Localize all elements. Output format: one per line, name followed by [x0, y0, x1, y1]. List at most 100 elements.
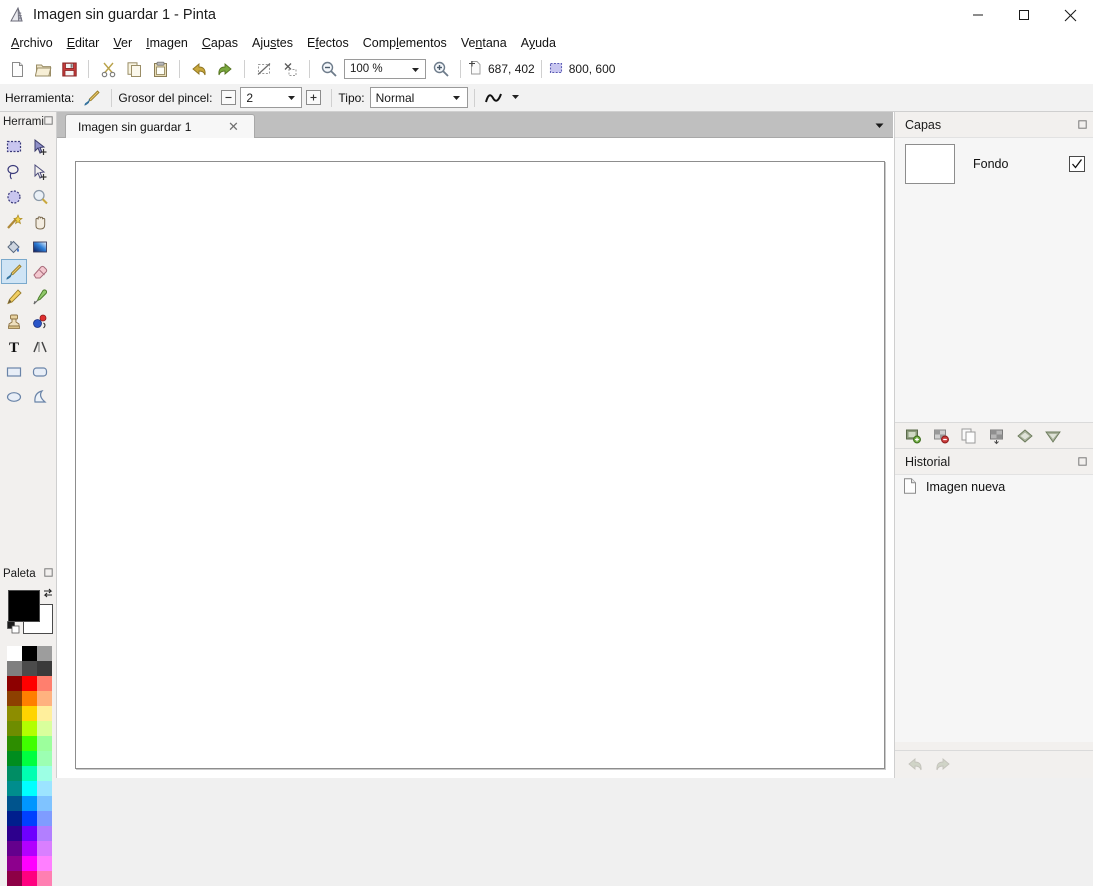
palette-swatch-13[interactable] — [22, 706, 37, 721]
minimize-button[interactable] — [955, 0, 1001, 30]
tool-paintbrush[interactable] — [1, 259, 27, 284]
menu-imagen[interactable]: Imagen — [139, 34, 195, 52]
history-item[interactable]: Imagen nueva — [895, 475, 1093, 499]
layer-row[interactable]: Fondo — [895, 138, 1093, 190]
palette-swatch-42[interactable] — [7, 856, 22, 871]
tool-rounded-rectangle[interactable] — [27, 359, 53, 384]
close-button[interactable] — [1047, 0, 1093, 30]
menu-ver[interactable]: Ver — [106, 34, 139, 52]
tool-move-selected[interactable] — [27, 134, 53, 159]
palette-swatch-41[interactable] — [37, 841, 52, 856]
menu-ajustes[interactable]: Ajustes — [245, 34, 300, 52]
palette-swatch-2[interactable] — [37, 646, 52, 661]
palette-swatch-8[interactable] — [37, 676, 52, 691]
palette-swatch-43[interactable] — [22, 856, 37, 871]
palette-swatch-5[interactable] — [37, 661, 52, 676]
tool-color-picker[interactable] — [27, 284, 53, 309]
palette-swatch-29[interactable] — [37, 781, 52, 796]
panel-pin-icon[interactable] — [1078, 455, 1087, 469]
current-tool-button[interactable] — [79, 86, 105, 110]
tool-ellipse-shape[interactable] — [1, 384, 27, 409]
deselect-all-button[interactable] — [251, 57, 277, 81]
menu-efectos[interactable]: Efectos — [300, 34, 356, 52]
palette-swatch-34[interactable] — [22, 811, 37, 826]
tool-rectangle-select[interactable] — [1, 134, 27, 159]
tool-line-curve[interactable] — [27, 334, 53, 359]
reset-colors-icon[interactable] — [7, 621, 20, 634]
move-layer-down-button[interactable] — [1039, 424, 1067, 448]
maximize-button[interactable] — [1001, 0, 1047, 30]
palette-swatch-22[interactable] — [22, 751, 37, 766]
tool-gradient[interactable] — [27, 234, 53, 259]
menu-complementos[interactable]: Complementos — [356, 34, 454, 52]
history-redo-button[interactable] — [929, 753, 957, 777]
cut-button[interactable] — [95, 57, 121, 81]
tool-magic-wand[interactable] — [1, 209, 27, 234]
palette-swatch-26[interactable] — [37, 766, 52, 781]
tool-zoom[interactable] — [27, 184, 53, 209]
palette-swatch-35[interactable] — [37, 811, 52, 826]
palette-swatch-33[interactable] — [7, 811, 22, 826]
tool-move-selection[interactable] — [27, 159, 53, 184]
tool-lasso-select[interactable] — [1, 159, 27, 184]
tool-clone-stamp[interactable] — [1, 309, 27, 334]
tool-pencil[interactable] — [1, 284, 27, 309]
palette-swatch-7[interactable] — [22, 676, 37, 691]
redo-button[interactable] — [212, 57, 238, 81]
duplicate-layer-button[interactable] — [955, 424, 983, 448]
menu-archivo[interactable]: Archivo — [4, 34, 60, 52]
open-image-button[interactable] — [30, 57, 56, 81]
palette-swatch-12[interactable] — [7, 706, 22, 721]
save-image-button[interactable] — [56, 57, 82, 81]
blend-type-combobox[interactable]: Normal — [369, 87, 468, 108]
brush-width-increase-button[interactable] — [306, 90, 322, 105]
panel-pin-icon[interactable] — [1078, 118, 1087, 132]
palette-swatch-16[interactable] — [22, 721, 37, 736]
panel-pin-icon[interactable] — [44, 567, 53, 580]
curve-squiggle-button[interactable] — [481, 86, 507, 110]
palette-swatch-32[interactable] — [37, 796, 52, 811]
paste-button[interactable] — [147, 57, 173, 81]
tool-eraser[interactable] — [27, 259, 53, 284]
chevron-down-icon[interactable] — [871, 117, 887, 133]
palette-swatch-19[interactable] — [22, 736, 37, 751]
primary-color-swatch[interactable] — [8, 590, 40, 622]
palette-swatch-27[interactable] — [7, 781, 22, 796]
zoom-out-button[interactable] — [316, 57, 342, 81]
menu-ventana[interactable]: Ventana — [454, 34, 514, 52]
palette-swatch-46[interactable] — [22, 871, 37, 886]
move-layer-up-button[interactable] — [1011, 424, 1039, 448]
crop-to-selection-button[interactable] — [277, 57, 303, 81]
palette-swatch-11[interactable] — [37, 691, 52, 706]
canvas-area[interactable] — [57, 138, 893, 778]
tool-ellipse-select[interactable] — [1, 184, 27, 209]
brush-width-combobox[interactable]: 2 — [240, 87, 303, 108]
menu-ayuda[interactable]: Ayuda — [514, 34, 563, 52]
tool-rectangle-shape[interactable] — [1, 359, 27, 384]
undo-button[interactable] — [186, 57, 212, 81]
menu-editar[interactable]: Editar — [60, 34, 107, 52]
palette-swatch-1[interactable] — [22, 646, 37, 661]
palette-swatch-17[interactable] — [37, 721, 52, 736]
palette-swatch-20[interactable] — [37, 736, 52, 751]
tool-freeform-shape[interactable] — [27, 384, 53, 409]
palette-swatch-36[interactable] — [7, 826, 22, 841]
tool-text[interactable]: T — [1, 334, 27, 359]
new-image-button[interactable] — [4, 57, 30, 81]
layer-visibility-checkbox[interactable] — [1069, 156, 1085, 172]
tool-recolor[interactable] — [27, 309, 53, 334]
palette-swatch-37[interactable] — [22, 826, 37, 841]
document-tab[interactable]: Imagen sin guardar 1 ✕ — [65, 114, 255, 138]
palette-swatch-47[interactable] — [37, 871, 52, 886]
palette-swatch-40[interactable] — [22, 841, 37, 856]
zoom-in-button[interactable] — [428, 57, 454, 81]
add-layer-button[interactable] — [899, 424, 927, 448]
palette-swatch-3[interactable] — [7, 661, 22, 676]
chevron-down-icon[interactable] — [510, 91, 521, 105]
palette-swatch-23[interactable] — [37, 751, 52, 766]
palette-swatch-44[interactable] — [37, 856, 52, 871]
palette-swatch-6[interactable] — [7, 676, 22, 691]
palette-swatch-4[interactable] — [22, 661, 37, 676]
merge-layer-down-button[interactable] — [983, 424, 1011, 448]
palette-swatch-10[interactable] — [22, 691, 37, 706]
